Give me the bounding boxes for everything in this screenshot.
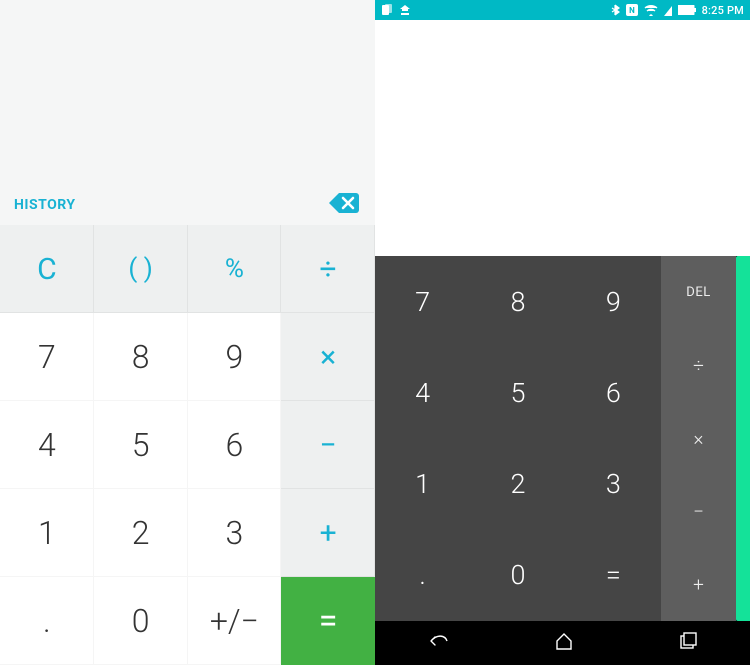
minus-button[interactable]: −: [281, 401, 375, 489]
nav-back-button[interactable]: [428, 632, 450, 654]
advanced-drawer-handle[interactable]: [736, 256, 750, 621]
home-icon: [555, 632, 573, 650]
svg-text:N: N: [629, 6, 635, 15]
decimal-button[interactable]: .: [375, 530, 470, 621]
digit-9[interactable]: 9: [566, 256, 661, 347]
parentheses-button[interactable]: ( ): [94, 225, 188, 313]
digit-6[interactable]: 6: [566, 347, 661, 438]
status-time: 8:25 PM: [702, 4, 744, 17]
sdcard-icon: [381, 4, 393, 16]
samsung-calculator: HISTORY C ( ) % ÷ 7 8 9 × 4 5 6 − 1 2 3 …: [0, 0, 375, 665]
digit-1[interactable]: 1: [0, 489, 94, 577]
digit-7[interactable]: 7: [0, 313, 94, 401]
equals-button[interactable]: =: [566, 530, 661, 621]
plus-button[interactable]: +: [281, 489, 375, 577]
number-pad: 7 8 9 4 5 6 1 2 3 . 0 =: [375, 256, 661, 621]
battery-icon: [678, 5, 696, 15]
backspace-button[interactable]: [329, 193, 359, 217]
digit-5[interactable]: 5: [470, 347, 565, 438]
navigation-bar: [375, 621, 750, 665]
bluetooth-icon: [611, 4, 620, 16]
digit-2[interactable]: 2: [94, 489, 188, 577]
nav-home-button[interactable]: [555, 632, 573, 654]
decimal-button[interactable]: .: [0, 577, 94, 665]
calculator-display: [375, 20, 750, 256]
digit-1[interactable]: 1: [375, 439, 470, 530]
digit-9[interactable]: 9: [188, 313, 282, 401]
wifi-icon: [644, 4, 658, 16]
minus-button[interactable]: −: [661, 475, 736, 548]
calculator-display: HISTORY: [0, 0, 375, 225]
divide-button[interactable]: ÷: [661, 329, 736, 402]
digit-7[interactable]: 7: [375, 256, 470, 347]
multiply-button[interactable]: ×: [661, 402, 736, 475]
plus-button[interactable]: +: [661, 548, 736, 621]
statusbar-right-icons: N 8:25 PM: [611, 4, 744, 17]
multiply-button[interactable]: ×: [281, 313, 375, 401]
history-button[interactable]: HISTORY: [14, 197, 76, 213]
divide-button[interactable]: ÷: [281, 225, 375, 313]
download-complete-icon: [399, 4, 411, 16]
nav-recent-button[interactable]: [679, 632, 697, 654]
digit-8[interactable]: 8: [470, 256, 565, 347]
percent-button[interactable]: %: [188, 225, 282, 313]
digit-5[interactable]: 5: [94, 401, 188, 489]
digit-8[interactable]: 8: [94, 313, 188, 401]
status-bar: N 8:25 PM: [375, 0, 750, 20]
clear-button[interactable]: C: [0, 225, 94, 313]
digit-6[interactable]: 6: [188, 401, 282, 489]
calculator-keypad: 7 8 9 4 5 6 1 2 3 . 0 = DEL ÷ × − +: [375, 256, 750, 621]
display-toolbar: HISTORY: [0, 185, 375, 225]
calculator-keypad: C ( ) % ÷ 7 8 9 × 4 5 6 − 1 2 3 + . 0 +/…: [0, 225, 375, 665]
digit-3[interactable]: 3: [188, 489, 282, 577]
digit-0[interactable]: 0: [94, 577, 188, 665]
sign-button[interactable]: +/−: [188, 577, 282, 665]
backspace-icon: [329, 193, 359, 213]
nfc-icon: N: [626, 4, 638, 16]
recent-apps-icon: [679, 632, 697, 650]
equals-button[interactable]: =: [281, 577, 375, 665]
digit-4[interactable]: 4: [0, 401, 94, 489]
statusbar-left-icons: [381, 4, 411, 16]
digit-0[interactable]: 0: [470, 530, 565, 621]
delete-button[interactable]: DEL: [661, 256, 736, 329]
signal-icon: [664, 4, 672, 16]
operator-column: DEL ÷ × − +: [661, 256, 736, 621]
htc-calculator: N 8:25 PM 7 8 9 4 5 6 1 2 3 . 0 = DEL ÷ …: [375, 0, 750, 665]
digit-4[interactable]: 4: [375, 347, 470, 438]
digit-3[interactable]: 3: [566, 439, 661, 530]
digit-2[interactable]: 2: [470, 439, 565, 530]
back-icon: [428, 632, 450, 650]
